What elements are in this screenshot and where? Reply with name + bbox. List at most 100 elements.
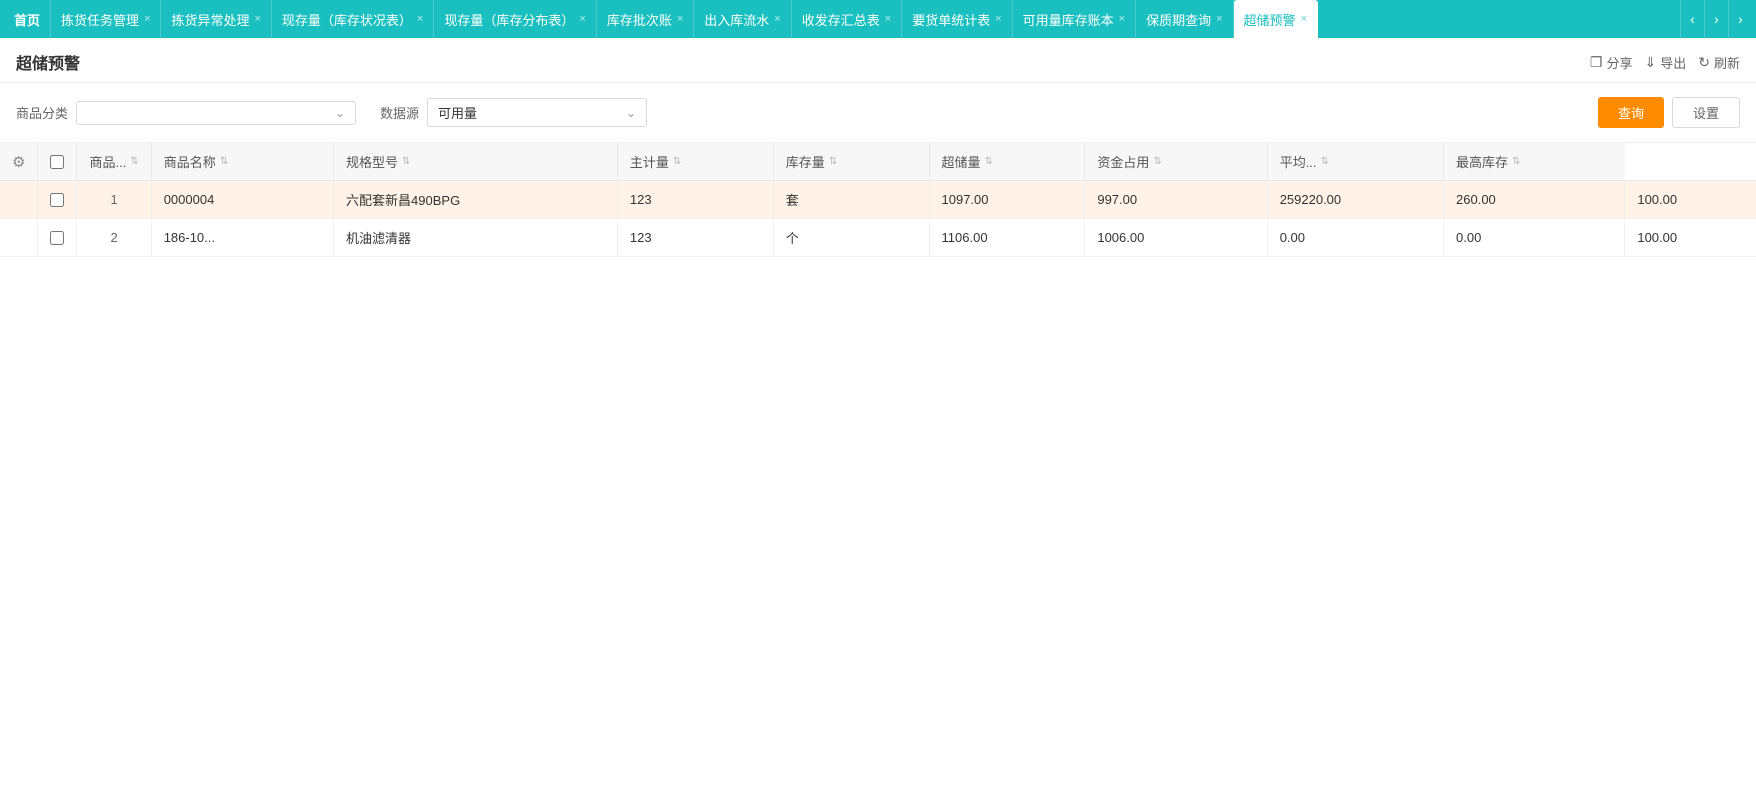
- th-spec[interactable]: 规格型号 ⇅: [334, 143, 618, 181]
- commodity-category-label: 商品分类: [16, 103, 68, 122]
- row-product-code-1: 186-10...: [151, 219, 333, 257]
- set-button[interactable]: 设置: [1672, 97, 1740, 128]
- row-avg-1: 0.00: [1444, 219, 1625, 257]
- th-unit[interactable]: 主计量 ⇅: [617, 143, 773, 181]
- sort-icon-max-stock: ⇅: [1512, 156, 1520, 167]
- row-overstock-1: 1006.00: [1085, 219, 1267, 257]
- sort-icon-avg: ⇅: [1321, 156, 1329, 167]
- row-settings-cell: [0, 181, 38, 219]
- row-spec-1: 123: [617, 219, 773, 257]
- row-unit-0: 套: [773, 181, 929, 219]
- nav-home[interactable]: 首页: [4, 0, 51, 38]
- data-source-value: 可用量: [438, 103, 477, 122]
- th-checkbox: [38, 143, 77, 181]
- th-product-code[interactable]: 商品... ⇅: [77, 143, 151, 181]
- data-source-chevron-icon: ⌄: [626, 106, 636, 120]
- row-capital-1: 0.00: [1267, 219, 1443, 257]
- select-all-checkbox[interactable]: [50, 155, 64, 169]
- page-header: 超储预警 ❐ 分享 ⇓ 导出 ↻ 刷新: [0, 38, 1756, 83]
- row-checkbox-cell: [38, 219, 77, 257]
- th-capital[interactable]: 资金占用 ⇅: [1085, 143, 1267, 181]
- refresh-icon: ↻: [1698, 54, 1710, 71]
- nav-tab-xiancunliang2[interactable]: 现存量（库存分布表） ×: [434, 0, 596, 38]
- sort-icon-stock: ⇅: [829, 156, 837, 167]
- row-max-stock-1: 100.00: [1625, 219, 1756, 257]
- row-checkbox-cell: [38, 181, 77, 219]
- close-tab-1[interactable]: ×: [254, 13, 260, 25]
- close-tab-2[interactable]: ×: [417, 13, 423, 25]
- data-source-select[interactable]: 可用量 ⌄: [427, 98, 647, 127]
- close-tab-6[interactable]: ×: [885, 13, 891, 25]
- sort-icon-spec: ⇅: [402, 156, 410, 167]
- nav-prev-button[interactable]: ‹: [1680, 0, 1704, 38]
- share-icon: ❐: [1590, 54, 1603, 71]
- row-max-stock-0: 100.00: [1625, 181, 1756, 219]
- row-checkbox-1[interactable]: [50, 231, 64, 245]
- share-button[interactable]: ❐ 分享: [1590, 53, 1633, 72]
- nav-tab-kucunpici[interactable]: 库存批次账 ×: [597, 0, 694, 38]
- commodity-category-select[interactable]: ⌄: [76, 101, 356, 125]
- row-num-1: 2: [77, 219, 151, 257]
- close-tab-10[interactable]: ×: [1301, 13, 1307, 25]
- close-tab-8[interactable]: ×: [1119, 13, 1125, 25]
- table-header-row: ⚙ 商品... ⇅ 商品: [0, 143, 1756, 181]
- row-settings-cell: [0, 219, 38, 257]
- nav-tab-keyongliang[interactable]: 可用量库存账本 ×: [1013, 0, 1136, 38]
- close-tab-3[interactable]: ×: [579, 13, 585, 25]
- nav-next-button[interactable]: ›: [1704, 0, 1728, 38]
- sort-icon-capital: ⇅: [1153, 156, 1161, 167]
- close-tab-7[interactable]: ×: [995, 13, 1001, 25]
- filter-actions: 查询 设置: [1598, 97, 1740, 128]
- nav-tab-jianhuorenwu[interactable]: 拣货任务管理 ×: [51, 0, 161, 38]
- table-container: ⚙ 商品... ⇅ 商品: [0, 143, 1756, 257]
- row-spec-0: 123: [617, 181, 773, 219]
- row-product-name-1: 机油滤清器: [334, 219, 618, 257]
- page-title: 超储预警: [16, 50, 80, 74]
- th-max-stock[interactable]: 最高库存 ⇅: [1444, 143, 1625, 181]
- header-actions: ❐ 分享 ⇓ 导出 ↻ 刷新: [1590, 53, 1740, 72]
- sort-icon-product-code: ⇅: [130, 156, 138, 167]
- data-source-label: 数据源: [380, 103, 419, 122]
- nav-tab-xiancunliang1[interactable]: 现存量（库存状况表） ×: [272, 0, 434, 38]
- filter-area: 商品分类 ⌄ 数据源 可用量 ⌄ 查询 设置: [0, 83, 1756, 143]
- nav-tab-baozhi[interactable]: 保质期查询 ×: [1136, 0, 1233, 38]
- nav-tab-shoufacun[interactable]: 收发存汇总表 ×: [792, 0, 902, 38]
- row-product-code-0: 0000004: [151, 181, 333, 219]
- nav-tab-jianhuoyichang[interactable]: 拣货异常处理 ×: [161, 0, 271, 38]
- page-container: 超储预警 ❐ 分享 ⇓ 导出 ↻ 刷新 商品分类 ⌄ 数据源: [0, 38, 1756, 800]
- th-stock[interactable]: 库存量 ⇅: [773, 143, 929, 181]
- close-tab-4[interactable]: ×: [677, 13, 683, 25]
- nav-tab-chaochuyujing[interactable]: 超储预警 ×: [1234, 0, 1318, 38]
- row-capital-0: 259220.00: [1267, 181, 1443, 219]
- export-button[interactable]: ⇓ 导出: [1645, 53, 1687, 72]
- sort-icon-product-name: ⇅: [220, 156, 228, 167]
- row-num-0: 1: [77, 181, 151, 219]
- data-source-filter: 数据源 可用量 ⌄: [380, 98, 647, 127]
- settings-gear-icon[interactable]: ⚙: [12, 154, 25, 171]
- th-avg[interactable]: 平均... ⇅: [1267, 143, 1443, 181]
- row-avg-0: 260.00: [1444, 181, 1625, 219]
- close-tab-9[interactable]: ×: [1216, 13, 1222, 25]
- export-icon: ⇓: [1645, 54, 1657, 71]
- refresh-button[interactable]: ↻ 刷新: [1698, 53, 1740, 72]
- row-checkbox-0[interactable]: [50, 193, 64, 207]
- row-stock-0: 1097.00: [929, 181, 1085, 219]
- nav-tab-yaohuo[interactable]: 要货单统计表 ×: [902, 0, 1012, 38]
- close-tab-0[interactable]: ×: [144, 13, 150, 25]
- top-navigation: 首页 拣货任务管理 × 拣货异常处理 × 现存量（库存状况表） × 现存量（库存…: [0, 0, 1756, 38]
- row-overstock-0: 997.00: [1085, 181, 1267, 219]
- table-row: 1 0000004 六配套新昌490BPG 123 套 1097.00 997.…: [0, 181, 1756, 219]
- data-table: ⚙ 商品... ⇅ 商品: [0, 143, 1756, 257]
- row-stock-1: 1106.00: [929, 219, 1085, 257]
- close-tab-5[interactable]: ×: [774, 13, 780, 25]
- nav-more-button[interactable]: ›: [1728, 0, 1752, 38]
- th-product-name[interactable]: 商品名称 ⇅: [151, 143, 333, 181]
- commodity-category-filter: 商品分类 ⌄: [16, 101, 356, 125]
- nav-arrows: ‹ › ›: [1680, 0, 1752, 38]
- th-settings: ⚙: [0, 143, 38, 181]
- query-button[interactable]: 查询: [1598, 97, 1664, 128]
- nav-tab-churuku[interactable]: 出入库流水 ×: [694, 0, 791, 38]
- row-product-name-0: 六配套新昌490BPG: [334, 181, 618, 219]
- th-overstock[interactable]: 超储量 ⇅: [929, 143, 1085, 181]
- sort-icon-overstock: ⇅: [985, 156, 993, 167]
